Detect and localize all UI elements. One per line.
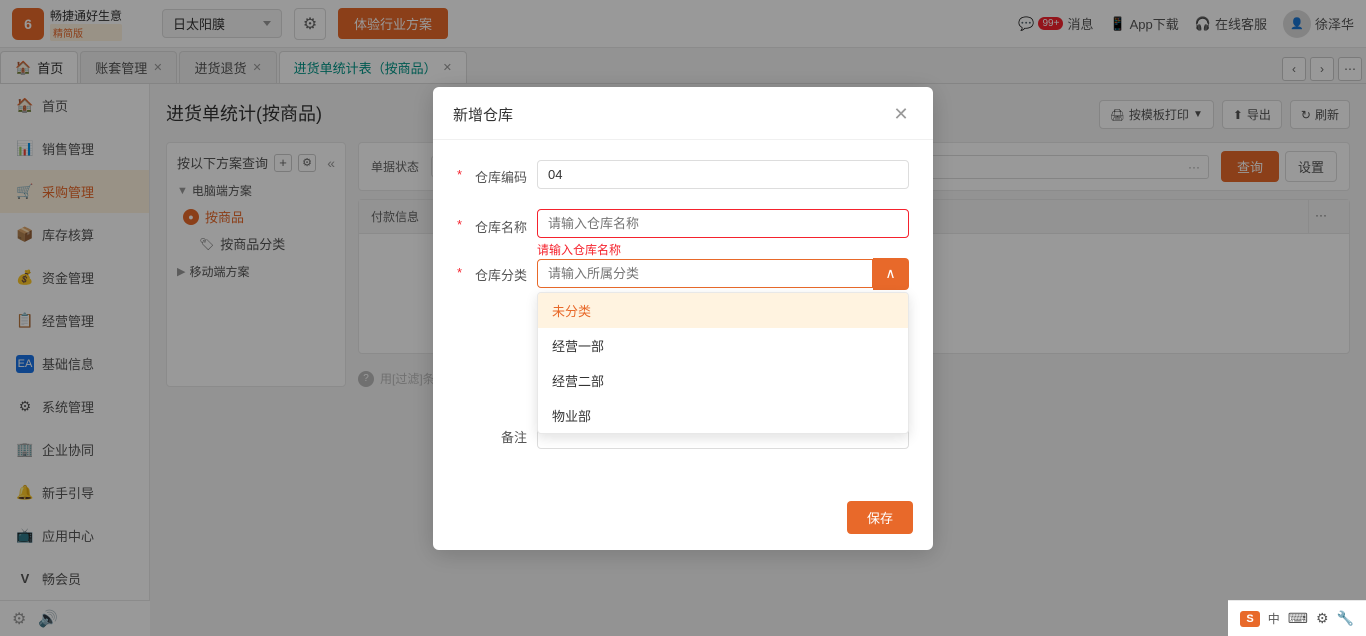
- toolbar-icon: 🔧: [1337, 610, 1354, 627]
- warehouse-class-row: 仓库分类 ∧ 未分类 经营一部 经营二部 物业部: [457, 258, 909, 290]
- warehouse-name-label: 仓库名称: [457, 210, 537, 236]
- warehouse-name-row: 仓库名称 请输入仓库名称: [457, 209, 909, 238]
- class-dropdown: 未分类 经营一部 经营二部 物业部: [537, 292, 909, 434]
- warehouse-class-field: ∧ 未分类 经营一部 经营二部 物业部: [537, 258, 909, 290]
- warehouse-code-row: 仓库编码: [457, 160, 909, 189]
- dialog-header: 新增仓库 ✕: [433, 87, 933, 140]
- modal-overlay[interactable]: 新增仓库 ✕ 仓库编码 仓库名称 请输入仓库名称 仓库分类: [0, 0, 1366, 636]
- dropdown-item-property[interactable]: 物业部: [538, 398, 908, 433]
- chinese-label: 中: [1268, 610, 1280, 627]
- dropdown-item-dept2[interactable]: 经营二部: [538, 363, 908, 398]
- warehouse-code-label: 仓库编码: [457, 160, 537, 186]
- new-warehouse-dialog: 新增仓库 ✕ 仓库编码 仓库名称 请输入仓库名称 仓库分类: [433, 87, 933, 550]
- warehouse-name-error: 请输入仓库名称: [537, 241, 621, 258]
- dropdown-item-dept1[interactable]: 经营一部: [538, 328, 908, 363]
- dialog-body: 仓库编码 仓库名称 请输入仓库名称 仓库分类 ∧ 未分: [433, 140, 933, 489]
- dialog-close-button[interactable]: ✕: [889, 103, 913, 127]
- dropdown-item-unclassified[interactable]: 未分类: [538, 293, 908, 328]
- warehouse-class-input[interactable]: [537, 259, 873, 288]
- status-bar-right: S 中 ⌨ ⚙ 🔧: [1228, 600, 1366, 636]
- dialog-footer: 保存: [433, 489, 933, 550]
- remark-label: 备注: [457, 420, 537, 446]
- warehouse-name-input[interactable]: [537, 209, 909, 238]
- sogou-logo: S: [1240, 611, 1259, 627]
- warehouse-class-label: 仓库分类: [457, 258, 537, 284]
- warehouse-code-input[interactable]: [537, 160, 909, 189]
- save-button[interactable]: 保存: [847, 501, 913, 534]
- dialog-title: 新增仓库: [453, 104, 513, 125]
- settings-tray-icon: ⚙: [1316, 610, 1329, 627]
- class-toggle-button[interactable]: ∧: [873, 258, 909, 290]
- keyboard-icon: ⌨: [1288, 610, 1308, 627]
